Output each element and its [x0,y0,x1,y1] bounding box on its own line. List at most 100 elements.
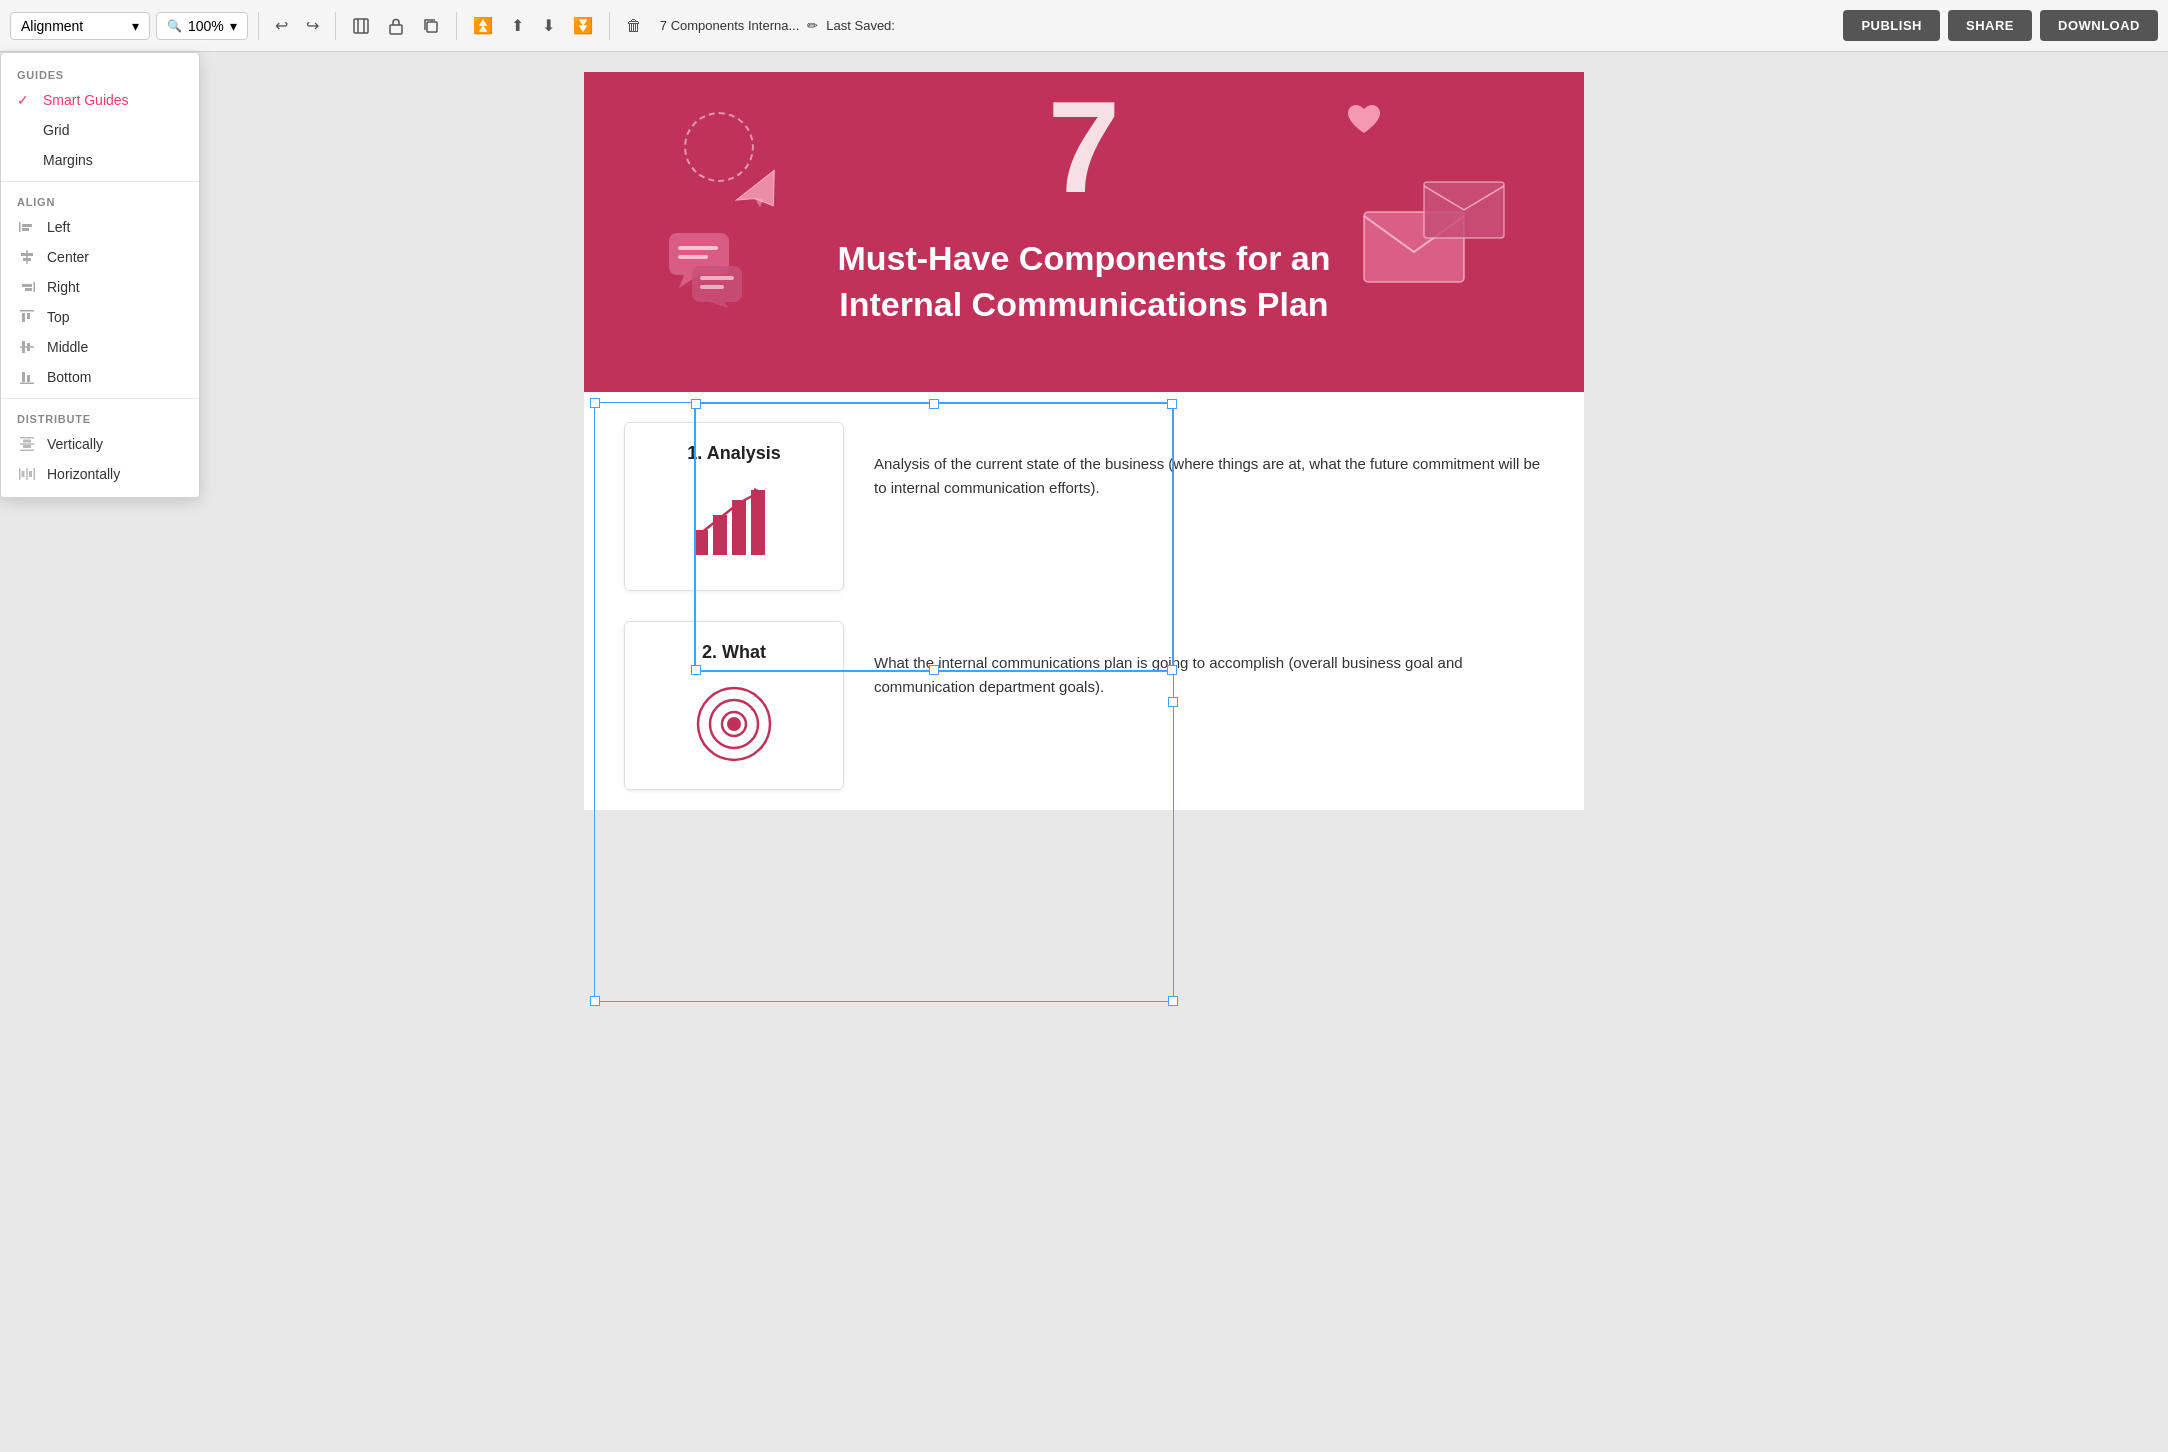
align-bottom-item[interactable]: Bottom [1,362,199,392]
item-2-icon [645,679,823,769]
edit-icon[interactable]: ✏ [807,18,818,33]
distribute-vertically-label: Vertically [47,436,103,452]
hero-title-line1: Must-Have Components for an [837,236,1330,282]
svg-rect-24 [20,443,34,445]
bring-to-front-button[interactable]: ⏫ [467,10,499,41]
canvas: 7 [584,72,1584,1432]
hero-number: 7 [1048,82,1120,212]
svg-rect-20 [20,383,34,385]
align-center-icon [17,249,37,265]
align-left-item[interactable]: Left [1,212,199,242]
svg-rect-30 [34,468,36,480]
slide-hero: 7 [584,72,1584,392]
svg-rect-13 [25,288,32,291]
frame-button[interactable] [346,11,376,41]
doc-title: 7 Components Interna... [660,18,799,33]
distribute-vertically-icon [17,436,37,452]
zoom-control[interactable]: 🔍 100% ▾ [156,12,248,40]
main-layout: GUIDES ✓ Smart Guides ✓ Grid ✓ Margins A… [0,52,2168,1452]
svg-rect-26 [23,440,31,443]
slide-hero-title: Must-Have Components for an Internal Com… [837,236,1330,328]
send-to-back-button[interactable]: ⏬ [567,10,599,41]
hero-title-line2: Internal Communications Plan [837,282,1330,328]
duplicate-button[interactable] [416,11,446,41]
item-2-row: 2. What [584,611,1584,810]
share-button[interactable]: SHARE [1948,10,2032,41]
svg-rect-32 [29,471,32,477]
svg-rect-16 [27,313,30,319]
canvas-area[interactable]: 7 [0,52,2168,1452]
separator-1 [258,12,259,40]
delete-button[interactable]: 🗑 [620,11,648,41]
align-center-label: Center [47,249,89,265]
smart-guides-item[interactable]: ✓ Smart Guides [1,85,199,115]
toolbar: Alignment ▾ 🔍 100% ▾ ↩ ↪ ⏫ ⬆ ⬇ ⏬ 🗑 [0,0,2168,52]
margins-item[interactable]: ✓ Margins [1,145,199,175]
distribute-horizontally-label: Horizontally [47,466,120,482]
svg-rect-14 [20,310,34,312]
item-1-description: Analysis of the current state of the bus… [874,422,1544,500]
align-right-item[interactable]: Right [1,272,199,302]
align-top-item[interactable]: Top [1,302,199,332]
svg-rect-6 [22,224,32,227]
svg-point-48 [727,717,741,731]
align-middle-item[interactable]: Middle [1,332,199,362]
svg-rect-12 [22,284,32,287]
align-center-item[interactable]: Center [1,242,199,272]
outer-handle-bl[interactable] [590,996,600,1006]
lock-button[interactable] [382,11,410,41]
item-2-card[interactable]: 2. What [624,621,844,790]
svg-rect-21 [22,372,25,382]
smart-guides-check-icon: ✓ [17,92,33,108]
doc-title-area: 7 Components Interna... ✏ Last Saved: [660,18,895,33]
align-left-icon [17,219,37,235]
distribute-vertically-item[interactable]: Vertically [1,429,199,459]
outer-handle-br[interactable] [1168,996,1178,1006]
bring-forward-button[interactable]: ⬆ [505,10,530,41]
svg-rect-4 [427,22,437,32]
align-right-icon [17,279,37,295]
dropdown-arrow-icon: ▾ [132,18,139,34]
item-1-card[interactable]: 1. Analysis [624,422,844,591]
svg-rect-37 [678,255,708,259]
svg-rect-11 [34,282,36,292]
zoom-label: 100% [188,18,224,34]
send-backward-button[interactable]: ⬇ [536,10,561,41]
redo-button[interactable]: ↪ [300,10,325,41]
svg-rect-44 [751,490,765,555]
undo-button[interactable]: ↩ [269,10,294,41]
publish-button[interactable]: PUBLISH [1843,10,1940,41]
download-button[interactable]: DOWNLOAD [2040,10,2158,41]
svg-rect-19 [27,343,30,351]
separator-3 [456,12,457,40]
zoom-search-icon: 🔍 [167,19,182,33]
alignment-dropdown-panel: GUIDES ✓ Smart Guides ✓ Grid ✓ Margins A… [0,52,200,498]
distribute-section-label: DISTRIBUTE [1,405,199,429]
svg-rect-39 [700,276,734,280]
align-section-label: ALIGN [1,188,199,212]
alignment-dropdown-label: Alignment [21,18,83,34]
align-left-label: Left [47,219,70,235]
align-middle-icon [17,339,37,355]
svg-rect-38 [692,266,742,302]
svg-rect-15 [22,313,25,322]
distribute-horizontally-item[interactable]: Horizontally [1,459,199,489]
svg-rect-31 [22,471,25,477]
content-section: 1. Analysis [584,392,1584,810]
deco-heart-icon [1344,102,1384,142]
item-2-description: What the internal communications plan is… [874,621,1544,699]
svg-rect-5 [19,222,21,232]
svg-rect-29 [26,468,28,480]
alignment-dropdown[interactable]: Alignment ▾ [10,12,150,40]
align-right-label: Right [47,279,80,295]
svg-rect-10 [23,258,31,261]
deco-envelope-group [1344,152,1524,316]
item-1-title: 1. Analysis [645,443,823,464]
deco-circle [684,112,754,182]
last-saved-label: Last Saved: [826,18,895,33]
grid-item[interactable]: ✓ Grid [1,115,199,145]
grid-label: Grid [43,122,69,138]
svg-rect-23 [20,437,34,439]
margins-label: Margins [43,152,93,168]
svg-rect-18 [22,341,25,353]
